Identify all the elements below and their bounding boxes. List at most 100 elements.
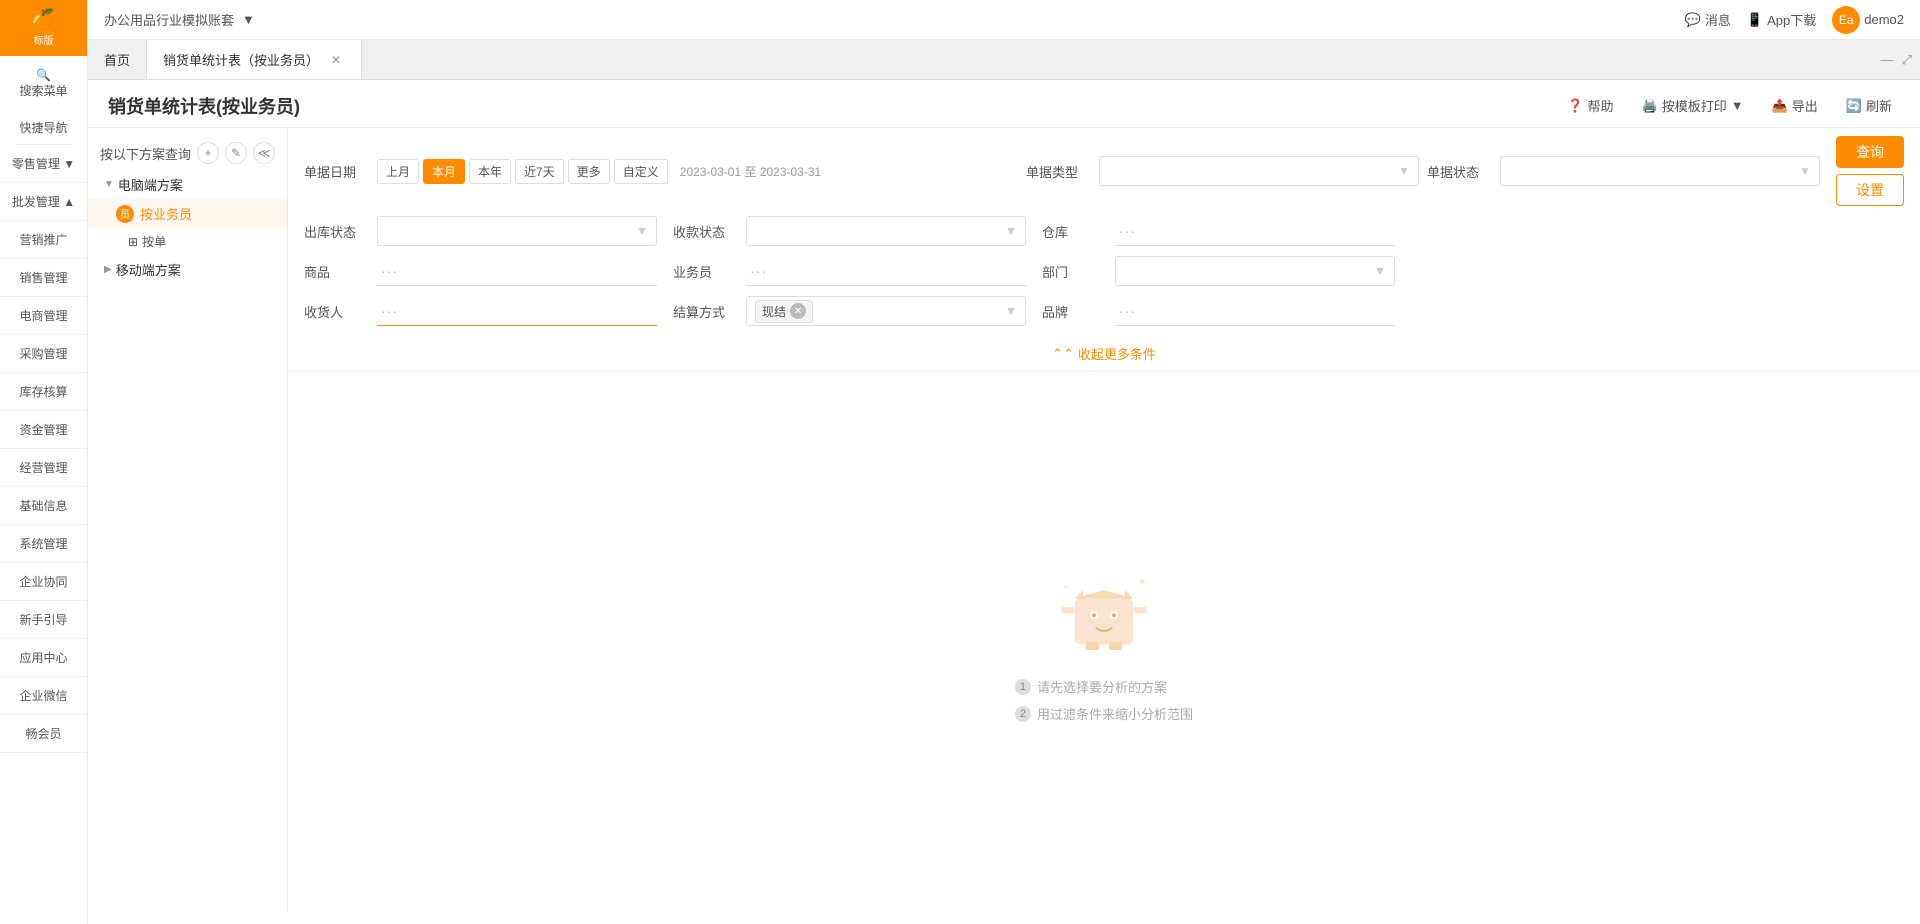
export-btn[interactable]: 📤 导出 — [1764, 92, 1826, 119]
empty-hints: 1 请先选择要分析的方案 2 用过滤条件来缩小分析范围 — [1015, 677, 1193, 723]
tab-maximize-icon[interactable]: ⤢ — [1902, 52, 1912, 68]
sidebar-item-enterprise[interactable]: 企业协同 — [0, 563, 87, 601]
collapse-icon: ⌃⌃ — [1052, 346, 1074, 362]
out-status-arrow: ▼ — [636, 224, 648, 238]
breadcrumb: 办公用品行业模拟账套 ▼ — [104, 10, 255, 29]
app-download-btn[interactable]: 📱 App下载 — [1747, 10, 1816, 29]
empty-hint-2: 2 用过滤条件来缩小分析范围 — [1015, 704, 1193, 723]
breadcrumb-arrow: ▼ — [242, 12, 255, 27]
query-btn[interactable]: 查询 — [1836, 136, 1904, 168]
tab-bar: 首页 销货单统计表（按业务员） ✕ — ⤢ — [88, 40, 1920, 80]
date-btn-custom[interactable]: 自定义 — [614, 159, 668, 184]
hint-num-2: 2 — [1015, 706, 1031, 722]
tree-desktop-label: 电脑端方案 — [118, 175, 183, 194]
header-actions: 💬 消息 📱 App下载 Ea demo2 — [1685, 6, 1904, 34]
brand-input[interactable]: ··· — [1115, 296, 1395, 326]
tab-close-btn[interactable]: ✕ — [327, 51, 345, 69]
help-btn[interactable]: ❓ 帮助 — [1559, 92, 1621, 119]
page-title: 销货单统计表(按业务员) — [108, 93, 300, 119]
settlement-select[interactable]: 现结 ✕ ▼ — [746, 296, 1026, 326]
page-header-actions: ❓ 帮助 🖨️ 按模板打印 ▼ 📤 导出 🔄 刷新 — [1559, 92, 1900, 119]
sidebar-item-sales[interactable]: 销售管理 — [0, 259, 87, 297]
search-icon: 🔍 — [19, 68, 67, 82]
tree-desktop-schemes[interactable]: ▼ 电脑端方案 — [88, 170, 287, 199]
filter-row-1: 单据日期 上月 本月 本年 近7天 更多 自定义 2023-03-01 至 20… — [304, 136, 1904, 206]
refresh-label: 刷新 — [1866, 96, 1892, 115]
sidebar-item-wholesale[interactable]: 批发管理 ▲ — [0, 183, 87, 221]
sidebar-item-operation[interactable]: 经营管理 — [0, 449, 87, 487]
filter-row-2: 出库状态 ▼ 收款状态 ▼ 仓库 ··· — [304, 216, 1904, 246]
doc-status-arrow: ▼ — [1799, 164, 1811, 178]
consignee-input[interactable]: ··· — [377, 296, 657, 326]
help-label: 帮助 — [1588, 96, 1614, 115]
message-icon: 💬 — [1685, 12, 1701, 28]
pay-status-label: 收款状态 — [673, 222, 738, 241]
doc-status-select[interactable]: ▼ — [1500, 156, 1820, 186]
by-order-label: 按单 — [142, 233, 166, 250]
salesperson-badge: 员 — [116, 205, 134, 223]
refresh-btn[interactable]: 🔄 刷新 — [1838, 92, 1900, 119]
tree-arrow-desktop: ▼ — [104, 179, 114, 190]
sidebar-item-system[interactable]: 系统管理 — [0, 525, 87, 563]
collapse-label: 收起更多条件 — [1078, 344, 1156, 363]
goods-input[interactable]: ··· — [377, 256, 657, 286]
date-btn-7days[interactable]: 近7天 — [515, 159, 564, 184]
app-logo[interactable]: 🍊 标版 — [0, 0, 88, 56]
svg-text:✦: ✦ — [1137, 576, 1147, 589]
out-status-select[interactable]: ▼ — [377, 216, 657, 246]
pay-status-select[interactable]: ▼ — [746, 216, 1026, 246]
tree-mobile-schemes[interactable]: ▶ 移动端方案 — [88, 255, 287, 284]
settings-btn[interactable]: 设置 — [1836, 174, 1904, 206]
tab-home[interactable]: 首页 — [88, 40, 147, 79]
sidebar-item-ecommerce[interactable]: 电商管理 — [0, 297, 87, 335]
goods-label: 商品 — [304, 262, 369, 281]
pay-status-arrow: ▼ — [1005, 224, 1017, 238]
sidebar-item-corpwechat[interactable]: 企业微信 — [0, 677, 87, 715]
user-menu[interactable]: Ea demo2 — [1832, 6, 1904, 34]
date-btn-lastmonth[interactable]: 上月 — [377, 159, 419, 184]
tab-report[interactable]: 销货单统计表（按业务员） ✕ — [147, 40, 362, 79]
scheme-query-label: 按以下方案查询 — [100, 144, 191, 163]
tab-minimize-icon[interactable]: — — [1881, 52, 1894, 67]
sidebar-item-finance[interactable]: 资金管理 — [0, 411, 87, 449]
dept-select[interactable]: ▼ — [1115, 256, 1395, 286]
sidebar-item-purchase[interactable]: 采购管理 — [0, 335, 87, 373]
warehouse-input[interactable]: ··· — [1115, 216, 1395, 246]
app-download-label: App下载 — [1767, 10, 1816, 29]
sidebar-item-shortcut[interactable]: 快捷导航 — [15, 111, 71, 145]
sidebar-item-newguide[interactable]: 新手引导 — [0, 601, 87, 639]
download-icon: 📱 — [1747, 12, 1763, 28]
doc-type-select[interactable]: ▼ — [1099, 156, 1419, 186]
svg-text:✦: ✦ — [1062, 582, 1069, 592]
date-btn-thismonth[interactable]: 本月 — [423, 159, 465, 184]
sidebar-item-retail[interactable]: 零售管理 ▼ — [0, 145, 87, 183]
sidebar-item-appcenter[interactable]: 应用中心 — [0, 639, 87, 677]
print-icon: 🖨️ — [1642, 98, 1658, 114]
shortcut-label: 快捷导航 — [19, 119, 67, 136]
sales-label: 业务员 — [673, 262, 738, 281]
print-btn[interactable]: 🖨️ 按模板打印 ▼ — [1634, 92, 1752, 119]
sidebar-item-inventory[interactable]: 库存核算 — [0, 373, 87, 411]
sidebar-item-search[interactable]: 🔍 搜索菜单 — [15, 56, 71, 111]
date-btn-more[interactable]: 更多 — [568, 159, 610, 184]
print-label: 按模板打印 — [1662, 96, 1727, 115]
tree-grandchild-by-order[interactable]: ⊞ 按单 — [88, 228, 287, 255]
message-btn[interactable]: 💬 消息 — [1685, 10, 1731, 29]
sidebar-item-marketing[interactable]: 营销推广 — [0, 221, 87, 259]
search-label: 搜索菜单 — [19, 82, 67, 99]
settlement-tag: 现结 ✕ — [755, 300, 813, 323]
sales-input[interactable]: ··· — [746, 256, 1026, 286]
edit-scheme-btn[interactable]: ✎ — [225, 142, 247, 164]
filter-row-4: 收货人 ··· 结算方式 现结 ✕ ▼ 品牌 — [304, 296, 1904, 326]
tab-report-label: 销货单统计表（按业务员） — [163, 50, 319, 69]
date-btn-thisyear[interactable]: 本年 — [469, 159, 511, 184]
settlement-clear-btn[interactable]: ✕ — [790, 303, 806, 319]
collapse-filters-btn[interactable]: ⌃⌃ 收起更多条件 — [304, 336, 1904, 371]
collapse-panel-btn[interactable]: ≪ — [253, 142, 275, 164]
tree-child-by-salesperson[interactable]: 员 按业务员 — [88, 199, 287, 228]
sidebar-item-member[interactable]: 畅会员 — [0, 715, 87, 753]
brand-label: 品牌 — [1042, 302, 1107, 321]
sidebar-item-base[interactable]: 基础信息 — [0, 487, 87, 525]
refresh-icon: 🔄 — [1846, 98, 1862, 114]
add-scheme-btn[interactable]: + — [197, 142, 219, 164]
